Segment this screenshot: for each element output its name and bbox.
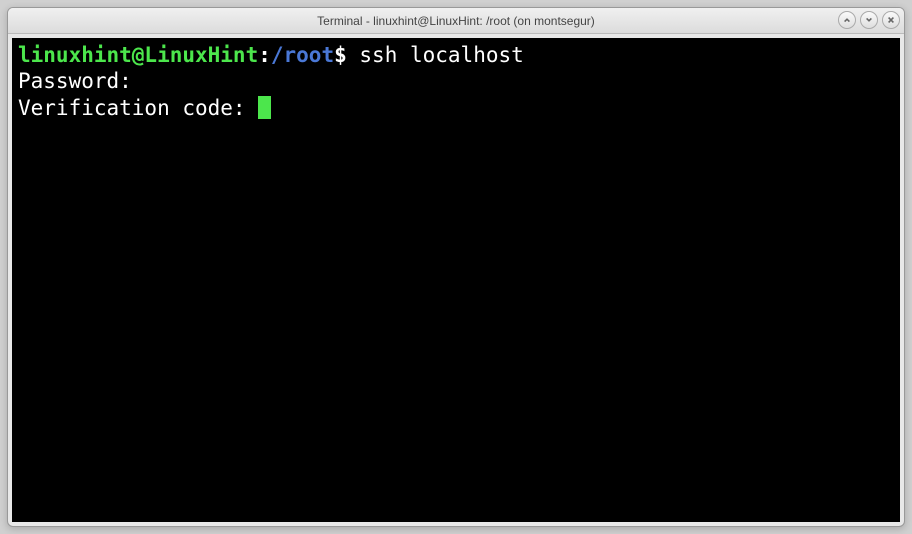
- prompt-user-host: linuxhint@LinuxHint: [18, 43, 258, 67]
- prompt-separator: :: [258, 43, 271, 67]
- window-controls: [838, 11, 900, 29]
- terminal-content[interactable]: linuxhint@LinuxHint:/root$ ssh localhost…: [12, 38, 900, 522]
- maximize-button[interactable]: [860, 11, 878, 29]
- close-icon: [887, 16, 895, 24]
- window-title: Terminal - linuxhint@LinuxHint: /root (o…: [317, 14, 595, 28]
- maximize-icon: [865, 16, 873, 24]
- verification-label: Verification code:: [18, 96, 258, 120]
- prompt-line: linuxhint@LinuxHint:/root$ ssh localhost: [18, 42, 894, 68]
- terminal-window: Terminal - linuxhint@LinuxHint: /root (o…: [7, 7, 905, 527]
- command-text: ssh localhost: [347, 43, 524, 67]
- output-verification: Verification code:: [18, 95, 894, 121]
- titlebar[interactable]: Terminal - linuxhint@LinuxHint: /root (o…: [8, 8, 904, 34]
- cursor: [258, 96, 271, 119]
- close-button[interactable]: [882, 11, 900, 29]
- output-password: Password:: [18, 68, 894, 94]
- minimize-button[interactable]: [838, 11, 856, 29]
- minimize-icon: [843, 16, 851, 24]
- prompt-symbol: $: [334, 43, 347, 67]
- prompt-path: /root: [271, 43, 334, 67]
